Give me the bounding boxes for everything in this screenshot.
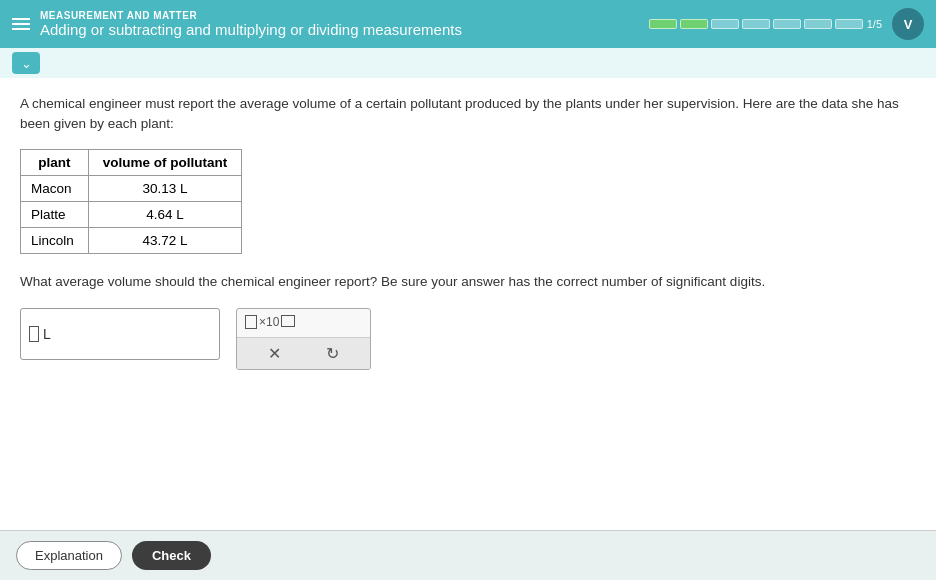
collapse-row: ⌄ [0, 48, 936, 78]
header: MEASUREMENT AND MATTER Adding or subtrac… [0, 0, 936, 48]
data-table: plant volume of pollutant Macon 30.13 L … [20, 149, 242, 254]
table-cell-plant-3: Lincoln [21, 227, 89, 253]
header-title-area: MEASUREMENT AND MATTER Adding or subtrac… [40, 10, 462, 38]
table-cell-volume-1: 30.13 L [88, 175, 242, 201]
collapse-button[interactable]: ⌄ [12, 52, 40, 74]
table-header-plant: plant [21, 149, 89, 175]
header-right: 1/5 V [649, 8, 924, 40]
progress-segments [649, 19, 863, 29]
table-header-volume: volume of pollutant [88, 149, 242, 175]
header-subtitle: MEASUREMENT AND MATTER [40, 10, 462, 21]
table-header-row: plant volume of pollutant [21, 149, 242, 175]
progress-segment-3 [711, 19, 739, 29]
scientific-notation-box: ×10 ✕ ↻ [236, 308, 371, 370]
explanation-button[interactable]: Explanation [16, 541, 122, 570]
header-left: MEASUREMENT AND MATTER Adding or subtrac… [12, 10, 462, 38]
table-row: Lincoln 43.72 L [21, 227, 242, 253]
reset-icon: ↻ [326, 345, 339, 362]
unit-label: L [43, 326, 51, 342]
table-row: Macon 30.13 L [21, 175, 242, 201]
progress-segment-4 [742, 19, 770, 29]
progress-segment-7 [835, 19, 863, 29]
sci-buttons: ✕ ↻ [237, 337, 370, 369]
sci-exponent-box[interactable] [281, 315, 295, 327]
footer: Explanation Check [0, 530, 936, 580]
answer-input-box[interactable]: L [20, 308, 220, 360]
progress-bar: 1/5 [649, 18, 882, 30]
progress-segment-6 [804, 19, 832, 29]
sci-notation-input: ×10 [245, 315, 362, 329]
text-cursor [29, 326, 39, 342]
progress-segment-1 [649, 19, 677, 29]
close-icon: ✕ [268, 345, 281, 362]
table-cell-plant-2: Platte [21, 201, 89, 227]
sci-mantissa-box[interactable] [245, 315, 257, 329]
main-content: A chemical engineer must report the aver… [0, 78, 936, 530]
table-cell-volume-2: 4.64 L [88, 201, 242, 227]
chevron-down-icon: ⌄ [21, 56, 32, 71]
avatar[interactable]: V [892, 8, 924, 40]
progress-label: 1/5 [867, 18, 882, 30]
clear-button[interactable]: ✕ [260, 342, 289, 365]
table-cell-volume-3: 43.72 L [88, 227, 242, 253]
hamburger-icon[interactable] [12, 18, 30, 30]
header-title: Adding or subtracting and multiplying or… [40, 21, 462, 38]
reset-button[interactable]: ↻ [318, 342, 347, 365]
check-button[interactable]: Check [132, 541, 211, 570]
progress-segment-5 [773, 19, 801, 29]
x10-label: ×10 [259, 315, 279, 329]
table-cell-plant-1: Macon [21, 175, 89, 201]
question-text: What average volume should the chemical … [20, 272, 916, 292]
problem-text: A chemical engineer must report the aver… [20, 94, 916, 135]
table-row: Platte 4.64 L [21, 201, 242, 227]
answer-area: L ×10 ✕ ↻ [20, 308, 916, 370]
progress-segment-2 [680, 19, 708, 29]
